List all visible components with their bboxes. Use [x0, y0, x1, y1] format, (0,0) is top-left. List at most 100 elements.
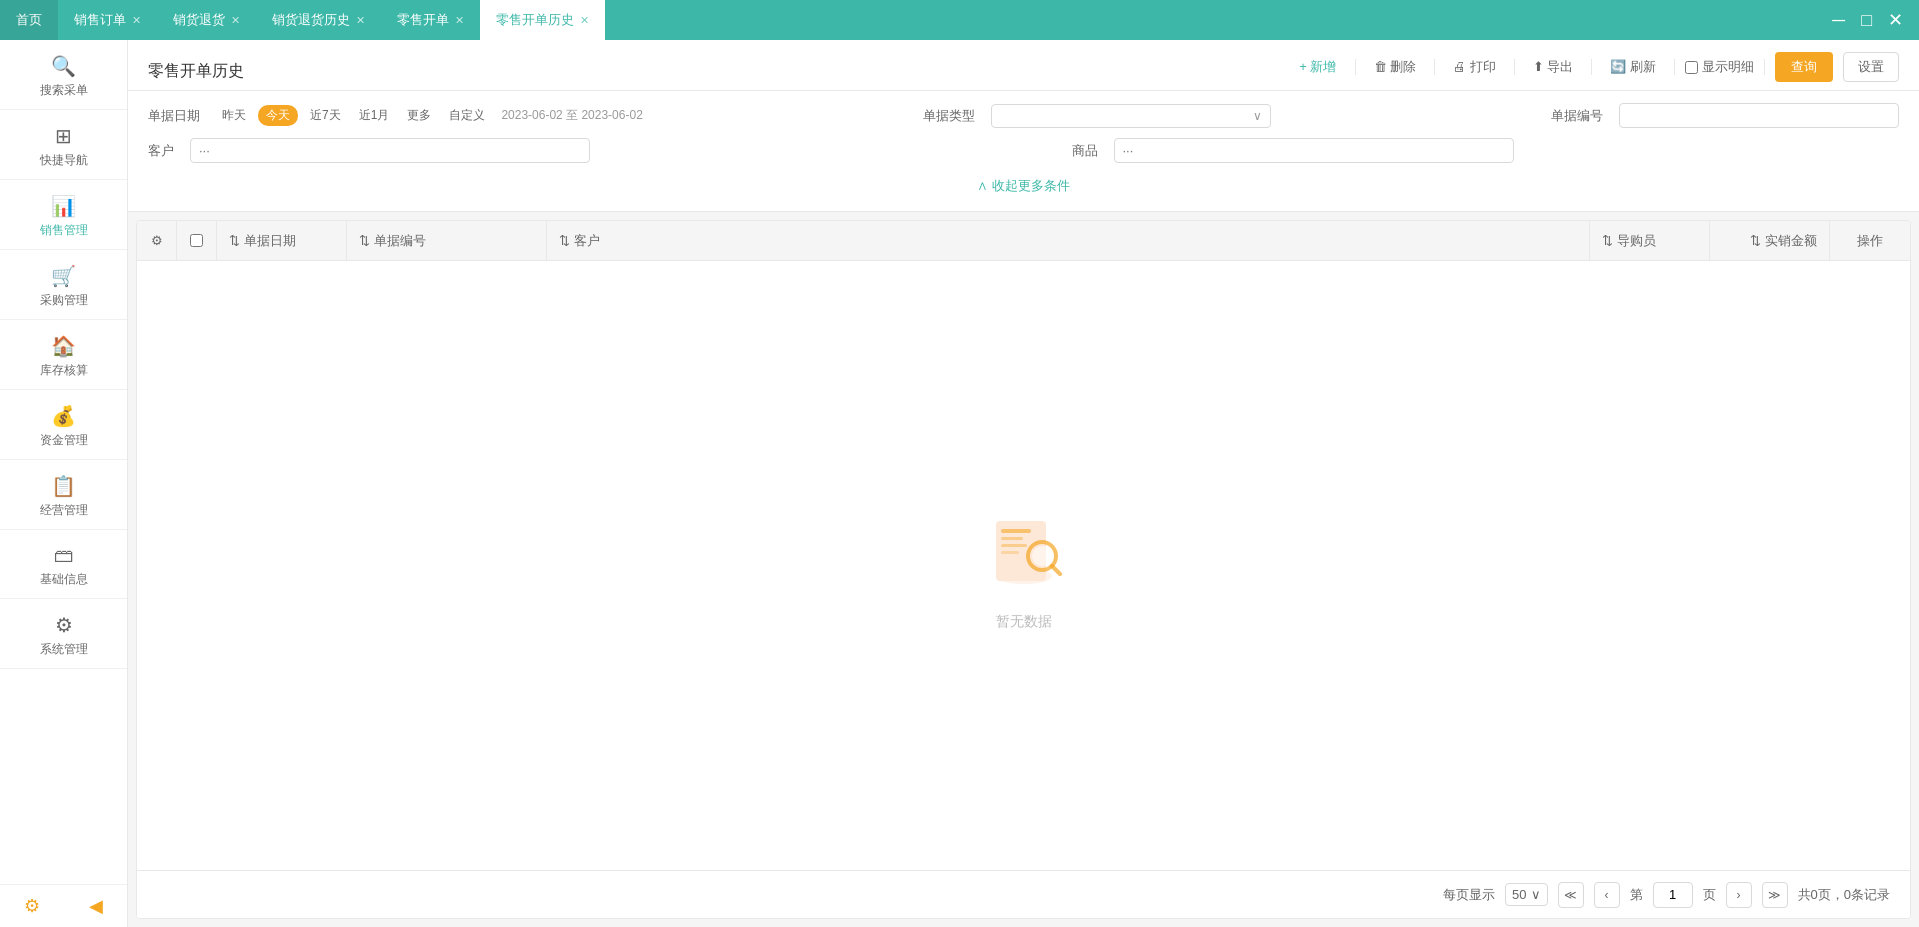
inventory-icon: 🏠	[51, 334, 76, 358]
page-header: 零售开单历史 + 新增 🗑 删除 🖨 打印 ⬆ 导出 🔄 刷新 显示明细 查询 …	[128, 40, 1919, 91]
filter-row-1: 单据日期 昨天 今天 近7天 近1月 更多 自定义 2023-06-02 至 2…	[148, 103, 1899, 128]
sidebar-item-quick-nav[interactable]: ⊞ 快捷导航	[0, 110, 127, 180]
table-area: ⚙ ⇅ 单据日期 ⇅ 单据编号 ⇅ 客户 ⇅	[136, 220, 1911, 919]
pagination-bar: 每页显示 50 ∨ ≪ ‹ 第 页 › ≫ 共0页，0条记录	[137, 870, 1910, 918]
page-size-select[interactable]: 50 ∨	[1505, 883, 1547, 906]
sidebar-item-inventory[interactable]: 🏠 库存核算	[0, 320, 127, 390]
sidebar-item-system[interactable]: ⚙ 系统管理	[0, 599, 127, 669]
svg-line-8	[1052, 566, 1060, 574]
close-tab-icon[interactable]: ✕	[231, 14, 240, 27]
add-button[interactable]: + 新增	[1291, 54, 1344, 80]
refresh-button[interactable]: 🔄 刷新	[1602, 54, 1664, 80]
date-btn-yesterday[interactable]: 昨天	[216, 105, 252, 126]
sidebar-item-basics[interactable]: 🗃 基础信息	[0, 530, 127, 599]
close-tab-icon[interactable]: ✕	[132, 14, 141, 27]
sidebar-item-sales[interactable]: 📊 销售管理	[0, 180, 127, 250]
sort-icon-order-no[interactable]: ⇅	[359, 233, 370, 248]
tab-sales-return-history[interactable]: 销货退货历史 ✕	[256, 0, 381, 40]
minimize-btn[interactable]: ─	[1828, 8, 1849, 33]
page-input[interactable]	[1653, 882, 1693, 908]
col-guide: ⇅ 导购员	[1590, 221, 1710, 260]
finance-icon: 💰	[51, 404, 76, 428]
col-ops: 操作	[1830, 221, 1910, 260]
col-amount: ⇅ 实销金额	[1710, 221, 1830, 260]
col-settings[interactable]: ⚙	[137, 221, 177, 260]
close-tab-icon[interactable]: ✕	[356, 14, 365, 27]
sidebar-item-purchase[interactable]: 🛒 采购管理	[0, 250, 127, 320]
order-no-label: 单据编号	[1551, 107, 1603, 125]
query-button[interactable]: 查询	[1775, 52, 1833, 82]
date-btn-custom[interactable]: 自定义	[443, 105, 491, 126]
collapse-btn[interactable]: ∧ 收起更多条件	[969, 173, 1078, 199]
customer-label: 客户	[148, 142, 174, 160]
order-type-select[interactable]: ∨	[991, 104, 1271, 128]
date-btn-1month[interactable]: 近1月	[353, 105, 396, 126]
select-all-checkbox[interactable]	[190, 234, 203, 247]
sidebar-item-search[interactable]: 🔍 搜索采单	[0, 40, 127, 110]
print-button[interactable]: 🖨 打印	[1445, 54, 1504, 80]
tab-sales-order[interactable]: 销售订单 ✕	[58, 0, 157, 40]
purchase-icon: 🛒	[51, 264, 76, 288]
close-tab-icon[interactable]: ✕	[455, 14, 464, 27]
dropdown-icon: ∨	[1253, 109, 1262, 123]
date-btn-7days[interactable]: 近7天	[304, 105, 347, 126]
empty-text: 暂无数据	[996, 613, 1052, 631]
sidebar: 🔍 搜索采单 ⊞ 快捷导航 📊 销售管理 🛒 采购管理 🏠 库存核算 💰 资金管…	[0, 40, 128, 927]
next-page-btn[interactable]: ›	[1726, 882, 1752, 908]
page-suffix: 页	[1703, 886, 1716, 904]
svg-rect-5	[1001, 551, 1019, 554]
svg-rect-4	[1001, 544, 1027, 547]
close-btn[interactable]: ✕	[1884, 7, 1907, 33]
date-btn-today[interactable]: 今天	[258, 105, 298, 126]
sidebar-settings-btn[interactable]: ⚙	[24, 895, 40, 917]
svg-rect-3	[1001, 537, 1023, 540]
customer-input[interactable]	[190, 138, 590, 163]
show-detail-checkbox[interactable]	[1685, 61, 1698, 74]
date-label: 单据日期	[148, 107, 200, 125]
sidebar-item-finance[interactable]: 💰 资金管理	[0, 390, 127, 460]
sort-icon-date[interactable]: ⇅	[229, 233, 240, 248]
tab-sales-return[interactable]: 销货退货 ✕	[157, 0, 256, 40]
table-settings-icon[interactable]: ⚙	[151, 233, 163, 248]
settings-button[interactable]: 设置	[1843, 52, 1899, 82]
total-info: 共0页，0条记录	[1798, 886, 1890, 904]
col-order-no: ⇅ 单据编号	[347, 221, 547, 260]
divider	[1591, 59, 1592, 75]
last-page-btn[interactable]: ≫	[1762, 882, 1788, 908]
goods-label: 商品	[1072, 142, 1098, 160]
maximize-btn[interactable]: □	[1857, 8, 1876, 33]
tab-retail-open[interactable]: 零售开单 ✕	[381, 0, 480, 40]
filter-row-2: 客户 商品	[148, 138, 1899, 163]
tab-home[interactable]: 首页	[0, 0, 58, 40]
order-no-input[interactable]	[1619, 103, 1899, 128]
first-page-btn[interactable]: ≪	[1558, 882, 1584, 908]
search-icon: 🔍	[51, 54, 76, 78]
empty-illustration	[974, 501, 1074, 601]
content-area: 零售开单历史 + 新增 🗑 删除 🖨 打印 ⬆ 导出 🔄 刷新 显示明细 查询 …	[128, 40, 1919, 927]
close-tab-icon[interactable]: ✕	[580, 14, 589, 27]
delete-button[interactable]: 🗑 删除	[1366, 54, 1425, 80]
sort-icon-guide[interactable]: ⇅	[1602, 233, 1613, 248]
sidebar-collapse-btn[interactable]: ◀	[89, 895, 103, 917]
order-type-label: 单据类型	[923, 107, 975, 125]
page-size-label: 每页显示	[1443, 886, 1495, 904]
top-nav: 首页 销售订单 ✕ 销货退货 ✕ 销货退货历史 ✕ 零售开单 ✕ 零售开单历史 …	[0, 0, 1919, 40]
col-checkbox[interactable]	[177, 221, 217, 260]
table-body: 暂无数据	[137, 261, 1910, 870]
filter-area: 单据日期 昨天 今天 近7天 近1月 更多 自定义 2023-06-02 至 2…	[128, 91, 1919, 212]
prev-page-btn[interactable]: ‹	[1594, 882, 1620, 908]
svg-rect-2	[1001, 529, 1031, 533]
grid-icon: ⊞	[55, 124, 72, 148]
sort-icon-amount[interactable]: ⇅	[1750, 233, 1761, 248]
divider	[1674, 59, 1675, 75]
sort-icon-customer[interactable]: ⇅	[559, 233, 570, 248]
page-title: 零售开单历史	[148, 61, 244, 82]
export-button[interactable]: ⬆ 导出	[1525, 54, 1582, 80]
goods-input[interactable]	[1114, 138, 1514, 163]
basics-icon: 🗃	[54, 544, 74, 567]
sidebar-bottom: ⚙ ◀	[0, 884, 127, 927]
tab-retail-history[interactable]: 零售开单历史 ✕	[480, 0, 605, 40]
date-btn-more[interactable]: 更多	[401, 105, 437, 126]
divider	[1355, 59, 1356, 75]
sidebar-item-operations[interactable]: 📋 经营管理	[0, 460, 127, 530]
